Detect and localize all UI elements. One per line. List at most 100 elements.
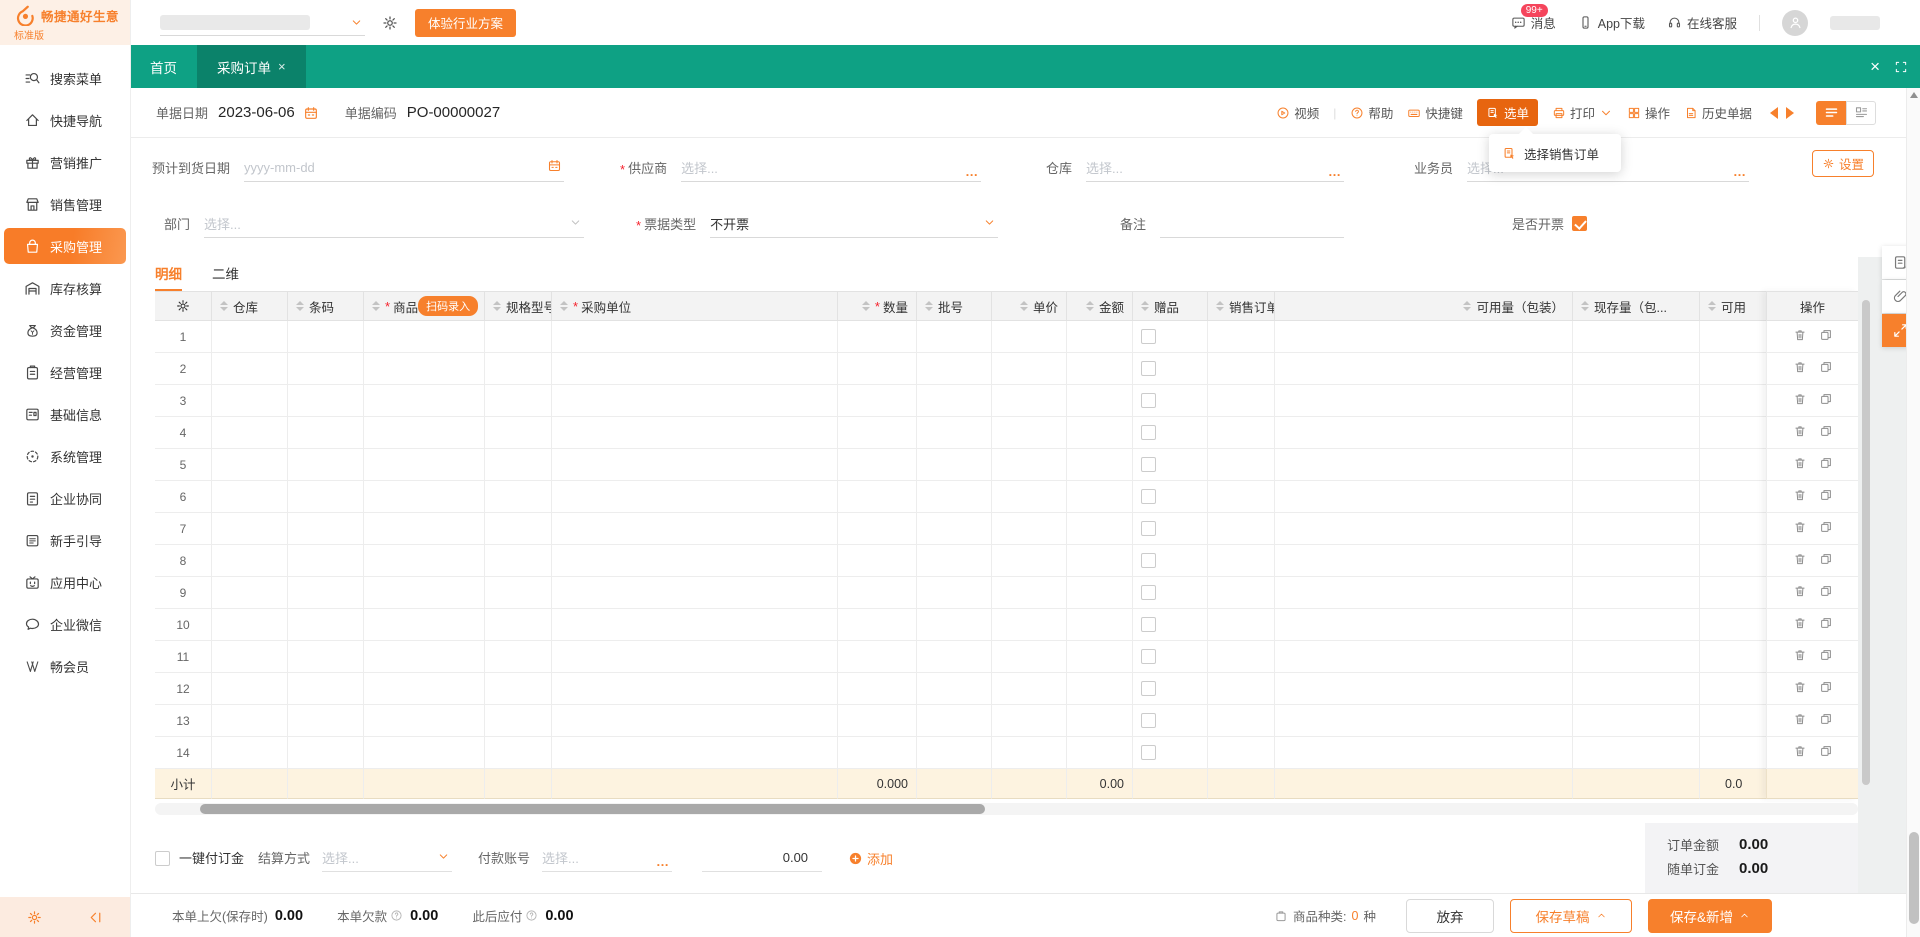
- cell[interactable]: [838, 577, 917, 609]
- cell[interactable]: [1573, 609, 1700, 641]
- cell[interactable]: [992, 705, 1067, 737]
- cell[interactable]: [1700, 513, 1766, 545]
- toolbar-video-button[interactable]: 视频: [1276, 103, 1319, 122]
- cell[interactable]: [1208, 577, 1275, 609]
- col-header-12[interactable]: 可用量（包装）: [1275, 291, 1573, 321]
- cell[interactable]: [364, 385, 485, 417]
- gift-checkbox[interactable]: [1141, 617, 1156, 632]
- cell[interactable]: [288, 705, 364, 737]
- cell[interactable]: [838, 609, 917, 641]
- sort-icon[interactable]: [1216, 301, 1224, 311]
- copy-row-button[interactable]: [1819, 456, 1833, 473]
- cell[interactable]: [1275, 513, 1573, 545]
- cell[interactable]: [552, 353, 838, 385]
- picker-ellipsis-icon[interactable]: …: [1733, 165, 1747, 178]
- cell[interactable]: [1275, 641, 1573, 673]
- cell[interactable]: [364, 609, 485, 641]
- avatar[interactable]: [1782, 9, 1808, 36]
- add-payment-button[interactable]: 添加: [848, 849, 893, 872]
- cell[interactable]: [1275, 705, 1573, 737]
- warehouse-input[interactable]: 选择... …: [1086, 154, 1345, 182]
- table-vertical-scrollbar[interactable]: [1862, 300, 1870, 785]
- cell[interactable]: [1573, 577, 1700, 609]
- gift-checkbox[interactable]: [1141, 329, 1156, 344]
- cell[interactable]: 1: [155, 321, 212, 353]
- discard-button[interactable]: 放弃: [1406, 898, 1494, 933]
- bill-type-select[interactable]: 不开票: [710, 210, 999, 238]
- cell[interactable]: [1700, 449, 1766, 481]
- cell[interactable]: [838, 417, 917, 449]
- cell[interactable]: [1700, 705, 1766, 737]
- messages-link[interactable]: 消息 99+: [1511, 4, 1556, 32]
- col-header-13[interactable]: 现存量（包...: [1573, 291, 1700, 321]
- cell[interactable]: [552, 417, 838, 449]
- cell[interactable]: [485, 513, 552, 545]
- cell[interactable]: [364, 321, 485, 353]
- cell[interactable]: [1573, 641, 1700, 673]
- cell[interactable]: [917, 417, 992, 449]
- delete-row-button[interactable]: [1793, 552, 1807, 569]
- cell[interactable]: [1067, 513, 1133, 545]
- cell[interactable]: 6: [155, 481, 212, 513]
- cell[interactable]: [1133, 705, 1208, 737]
- sidebar-item-gift[interactable]: 营销推广: [0, 141, 130, 183]
- gift-checkbox[interactable]: [1141, 585, 1156, 600]
- cell[interactable]: [917, 737, 992, 769]
- cell[interactable]: [917, 353, 992, 385]
- copy-row-button[interactable]: [1819, 392, 1833, 409]
- cell[interactable]: [838, 673, 917, 705]
- cell[interactable]: [288, 417, 364, 449]
- cell[interactable]: [288, 513, 364, 545]
- cell[interactable]: [1573, 705, 1700, 737]
- cell[interactable]: [992, 417, 1067, 449]
- gift-checkbox[interactable]: [1141, 425, 1156, 440]
- cell[interactable]: [992, 641, 1067, 673]
- cell[interactable]: 4: [155, 417, 212, 449]
- col-header-8[interactable]: 单价: [992, 291, 1067, 321]
- settings-button[interactable]: 设置: [1812, 150, 1874, 177]
- cell[interactable]: [1133, 641, 1208, 673]
- sort-icon[interactable]: [220, 301, 228, 311]
- gift-checkbox[interactable]: [1141, 713, 1156, 728]
- cell[interactable]: [1573, 545, 1700, 577]
- qmark-icon[interactable]: [390, 909, 403, 922]
- cell[interactable]: [1067, 737, 1133, 769]
- cell[interactable]: [1133, 609, 1208, 641]
- cell[interactable]: [212, 353, 288, 385]
- cell[interactable]: [1133, 737, 1208, 769]
- gift-checkbox[interactable]: [1141, 553, 1156, 568]
- cell[interactable]: [364, 737, 485, 769]
- qmark-icon[interactable]: [525, 909, 538, 922]
- cell[interactable]: [552, 737, 838, 769]
- picker-ellipsis-icon[interactable]: …: [656, 855, 670, 868]
- gift-checkbox[interactable]: [1141, 521, 1156, 536]
- cell[interactable]: [992, 353, 1067, 385]
- delete-row-button[interactable]: [1793, 584, 1807, 601]
- col-header-2[interactable]: 条码: [288, 291, 364, 321]
- cell[interactable]: [212, 609, 288, 641]
- select-sales-order-popover[interactable]: 选择销售订单: [1489, 134, 1621, 172]
- cell[interactable]: [212, 321, 288, 353]
- gift-checkbox[interactable]: [1141, 681, 1156, 696]
- cell[interactable]: [1133, 513, 1208, 545]
- cell[interactable]: [288, 737, 364, 769]
- cell[interactable]: [288, 353, 364, 385]
- cell[interactable]: [1573, 737, 1700, 769]
- cell[interactable]: [917, 673, 992, 705]
- cell[interactable]: [1067, 449, 1133, 481]
- next-doc-icon[interactable]: [1786, 106, 1794, 119]
- cell[interactable]: [1067, 417, 1133, 449]
- copy-row-button[interactable]: [1819, 552, 1833, 569]
- sidebar-item-collab[interactable]: 企业协同: [0, 477, 130, 519]
- gear-icon[interactable]: [175, 298, 191, 314]
- calendar-icon[interactable]: [547, 158, 562, 173]
- picker-ellipsis-icon[interactable]: …: [965, 165, 979, 178]
- cell[interactable]: [1067, 705, 1133, 737]
- col-header-9[interactable]: 金额: [1067, 291, 1133, 321]
- gift-checkbox[interactable]: [1141, 649, 1156, 664]
- cell[interactable]: [552, 321, 838, 353]
- cell[interactable]: [1067, 321, 1133, 353]
- sort-icon[interactable]: [1085, 301, 1094, 311]
- cell[interactable]: [485, 481, 552, 513]
- cell[interactable]: 5: [155, 449, 212, 481]
